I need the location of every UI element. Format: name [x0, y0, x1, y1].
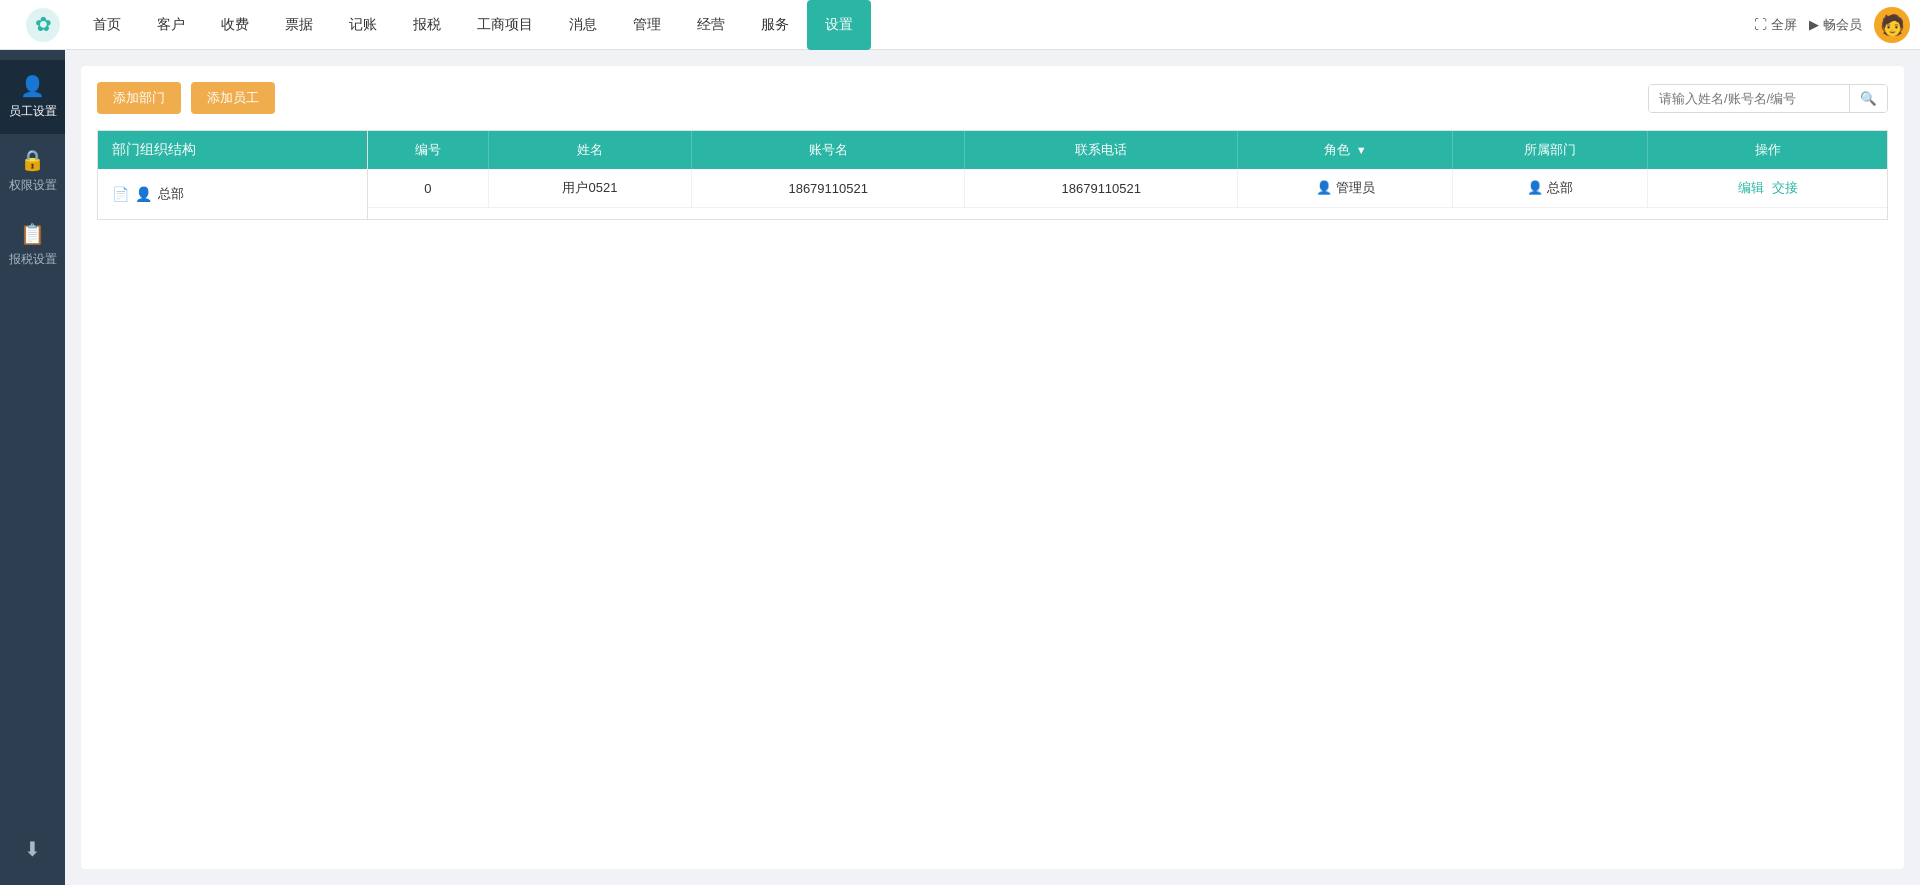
search-input[interactable] [1649, 85, 1849, 112]
nav-item-设置[interactable]: 设置 [807, 0, 871, 50]
nav-item-票据[interactable]: 票据 [267, 0, 331, 50]
dept-tree: 部门组织结构 📄 👤 总部 [97, 130, 367, 220]
sidebar-bottom: ⬇ [0, 823, 65, 885]
table-body: 0用户05211867911052118679110521👤管理员👤总部编辑交接 [368, 169, 1887, 208]
role-icon: 👤 [1316, 180, 1332, 195]
sidebar-item-download[interactable]: ⬇ [0, 823, 65, 875]
content-area: 添加部门 添加员工 🔍 部门组织结构 📄 👤 总部 [81, 66, 1904, 869]
logo: ✿ [10, 7, 75, 43]
file-icon: 📄 [112, 186, 129, 202]
sidebar: 👤 员工设置 🔒 权限设置 📋 报税设置 ⬇ [0, 50, 65, 885]
main-content: 添加部门 添加员工 🔍 部门组织结构 📄 👤 总部 [65, 50, 1920, 885]
cell-name: 用户0521 [488, 169, 691, 208]
table: 编号 姓名 账号名 联系电话 角色 ▼ 所属部门 操作 0用户052118679… [368, 131, 1887, 208]
nav-item-首页[interactable]: 首页 [75, 0, 139, 50]
nav-item-收费[interactable]: 收费 [203, 0, 267, 50]
table-row: 0用户05211867911052118679110521👤管理员👤总部编辑交接 [368, 169, 1887, 208]
nav-item-管理[interactable]: 管理 [615, 0, 679, 50]
cell-role: 👤管理员 [1238, 169, 1453, 208]
nav-item-工商项目[interactable]: 工商项目 [459, 0, 551, 50]
table-header: 编号 姓名 账号名 联系电话 角色 ▼ 所属部门 操作 [368, 131, 1887, 169]
svg-text:✿: ✿ [34, 13, 51, 35]
dept-icon: 👤 [1527, 180, 1543, 195]
vip-label: 畅会员 [1823, 16, 1862, 34]
sidebar-icon-2: 📋 [20, 222, 45, 246]
cell-account: 18679110521 [692, 169, 965, 208]
nav-right: ⛶ 全屏 ▶ 畅会员 🧑 [1754, 7, 1910, 43]
avatar[interactable]: 🧑 [1874, 7, 1910, 43]
handover-link[interactable]: 交接 [1772, 180, 1798, 195]
nav-item-客户[interactable]: 客户 [139, 0, 203, 50]
person-icon: 👤 [135, 186, 152, 202]
nav-item-记账[interactable]: 记账 [331, 0, 395, 50]
sidebar-item-员工设置[interactable]: 👤 员工设置 [0, 60, 65, 134]
cell-dept: 👤总部 [1453, 169, 1648, 208]
vip-button[interactable]: ▶ 畅会员 [1809, 16, 1862, 34]
nav-item-服务[interactable]: 服务 [743, 0, 807, 50]
add-employee-button[interactable]: 添加员工 [191, 82, 275, 114]
sidebar-label-0: 员工设置 [9, 103, 57, 120]
cell-phone: 18679110521 [965, 169, 1238, 208]
nav-items: 首页客户收费票据记账报税工商项目消息管理经营服务设置 [75, 0, 1754, 50]
download-icon: ⬇ [24, 837, 41, 861]
col-id: 编号 [368, 131, 488, 169]
col-name: 姓名 [488, 131, 691, 169]
sidebar-icon-1: 🔒 [20, 148, 45, 172]
sidebar-label-1: 权限设置 [9, 177, 57, 194]
sidebar-item-报税设置[interactable]: 📋 报税设置 [0, 208, 65, 282]
role-filter-icon: ▼ [1356, 144, 1367, 156]
dept-name: 总部 [158, 185, 184, 203]
col-dept: 所属部门 [1453, 131, 1648, 169]
nav-item-消息[interactable]: 消息 [551, 0, 615, 50]
nav-item-经营[interactable]: 经营 [679, 0, 743, 50]
edit-link[interactable]: 编辑 [1738, 180, 1764, 195]
vip-icon: ▶ [1809, 17, 1819, 32]
sidebar-item-权限设置[interactable]: 🔒 权限设置 [0, 134, 65, 208]
dept-tree-item[interactable]: 📄 👤 总部 [108, 179, 357, 209]
fullscreen-button[interactable]: ⛶ 全屏 [1754, 16, 1797, 34]
cell-action: 编辑交接 [1648, 169, 1887, 208]
search-icon: 🔍 [1860, 91, 1877, 106]
table-header-row: 编号 姓名 账号名 联系电话 角色 ▼ 所属部门 操作 [368, 131, 1887, 169]
fullscreen-icon: ⛶ [1754, 17, 1767, 32]
add-dept-button[interactable]: 添加部门 [97, 82, 181, 114]
toolbar: 添加部门 添加员工 🔍 [97, 82, 1888, 114]
col-account: 账号名 [692, 131, 965, 169]
dept-tree-header: 部门组织结构 [98, 131, 367, 169]
top-navigation: ✿ 首页客户收费票据记账报税工商项目消息管理经营服务设置 ⛶ 全屏 ▶ 畅会员 … [0, 0, 1920, 50]
col-phone: 联系电话 [965, 131, 1238, 169]
col-action: 操作 [1648, 131, 1887, 169]
body-layout: 部门组织结构 📄 👤 总部 编号 姓名 账号名 [97, 130, 1888, 220]
nav-item-报税[interactable]: 报税 [395, 0, 459, 50]
sidebar-icon-0: 👤 [20, 74, 45, 98]
employee-table: 编号 姓名 账号名 联系电话 角色 ▼ 所属部门 操作 0用户052118679… [367, 130, 1888, 220]
search-area: 🔍 [1648, 84, 1888, 113]
col-role[interactable]: 角色 ▼ [1238, 131, 1453, 169]
cell-id: 0 [368, 169, 488, 208]
sidebar-label-2: 报税设置 [9, 251, 57, 268]
fullscreen-label: 全屏 [1771, 16, 1797, 34]
search-button[interactable]: 🔍 [1849, 85, 1887, 112]
dept-tree-body: 📄 👤 总部 [98, 169, 367, 219]
